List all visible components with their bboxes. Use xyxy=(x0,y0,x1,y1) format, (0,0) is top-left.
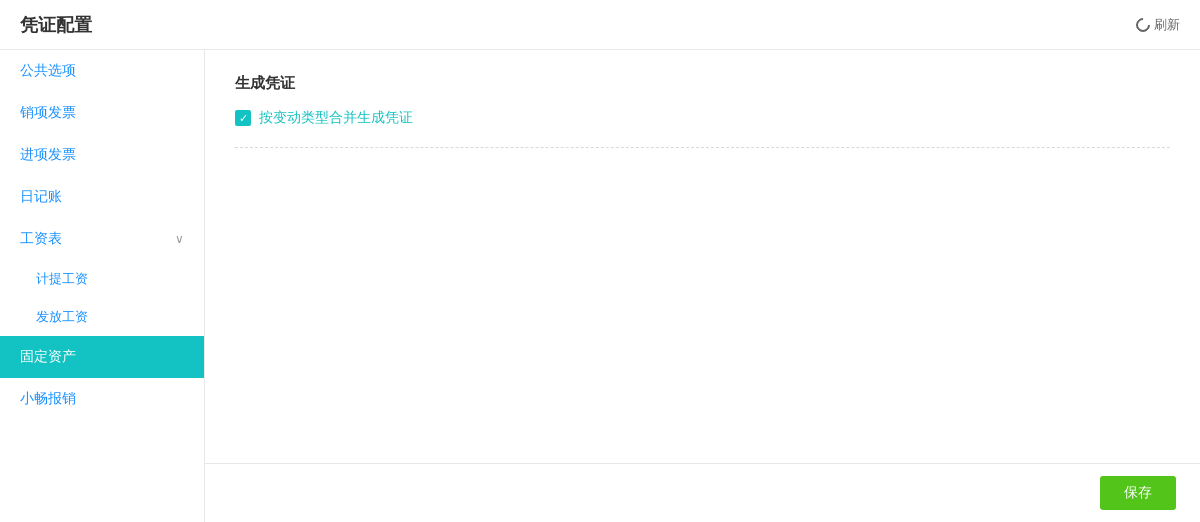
sidebar-item-payroll-distribute[interactable]: 发放工资 xyxy=(0,298,204,336)
sidebar-item-label: 销项发票 xyxy=(20,104,76,122)
sidebar-item-payroll[interactable]: 工资表 ∨ xyxy=(0,218,204,260)
section-title: 生成凭证 xyxy=(235,74,1170,93)
sidebar-item-label: 进项发票 xyxy=(20,146,76,164)
checkbox-row: ✓ 按变动类型合并生成凭证 xyxy=(235,109,1170,127)
sidebar-item-payroll-accrual[interactable]: 计提工资 xyxy=(0,260,204,298)
sidebar-sub-label: 计提工资 xyxy=(36,271,88,286)
section-divider xyxy=(235,147,1170,148)
sidebar-item-label: 工资表 xyxy=(20,230,62,248)
refresh-button[interactable]: 刷新 xyxy=(1136,16,1180,34)
chevron-down-icon: ∨ xyxy=(175,232,184,246)
page-title: 凭证配置 xyxy=(20,13,92,37)
sidebar-item-label: 公共选项 xyxy=(20,62,76,80)
sidebar: 公共选项 销项发票 进项发票 日记账 工资表 ∨ 计提工资 发放工资 固定资 xyxy=(0,50,205,522)
body: 公共选项 销项发票 进项发票 日记账 工资表 ∨ 计提工资 发放工资 固定资 xyxy=(0,50,1200,522)
sidebar-item-label: 小畅报销 xyxy=(20,390,76,408)
page-header: 凭证配置 刷新 xyxy=(0,0,1200,50)
refresh-icon xyxy=(1133,15,1153,35)
content-panel: 生成凭证 ✓ 按变动类型合并生成凭证 xyxy=(205,50,1200,463)
save-button[interactable]: 保存 xyxy=(1100,476,1176,510)
main-content-area: 生成凭证 ✓ 按变动类型合并生成凭证 保存 xyxy=(205,50,1200,522)
sidebar-item-fixed-assets[interactable]: 固定资产 xyxy=(0,336,204,378)
refresh-label: 刷新 xyxy=(1154,16,1180,34)
sidebar-item-label: 固定资产 xyxy=(20,348,76,366)
sidebar-item-expense-report[interactable]: 小畅报销 xyxy=(0,378,204,420)
sidebar-item-journal[interactable]: 日记账 xyxy=(0,176,204,218)
merge-checkbox[interactable]: ✓ xyxy=(235,110,251,126)
checkbox-label[interactable]: 按变动类型合并生成凭证 xyxy=(259,109,413,127)
check-mark-icon: ✓ xyxy=(239,113,248,124)
sidebar-item-public[interactable]: 公共选项 xyxy=(0,50,204,92)
sidebar-sub-label: 发放工资 xyxy=(36,309,88,324)
sidebar-item-label: 日记账 xyxy=(20,188,62,206)
page-footer: 保存 xyxy=(205,463,1200,522)
sidebar-item-purchase-invoice[interactable]: 进项发票 xyxy=(0,134,204,176)
sidebar-item-sales-invoice[interactable]: 销项发票 xyxy=(0,92,204,134)
